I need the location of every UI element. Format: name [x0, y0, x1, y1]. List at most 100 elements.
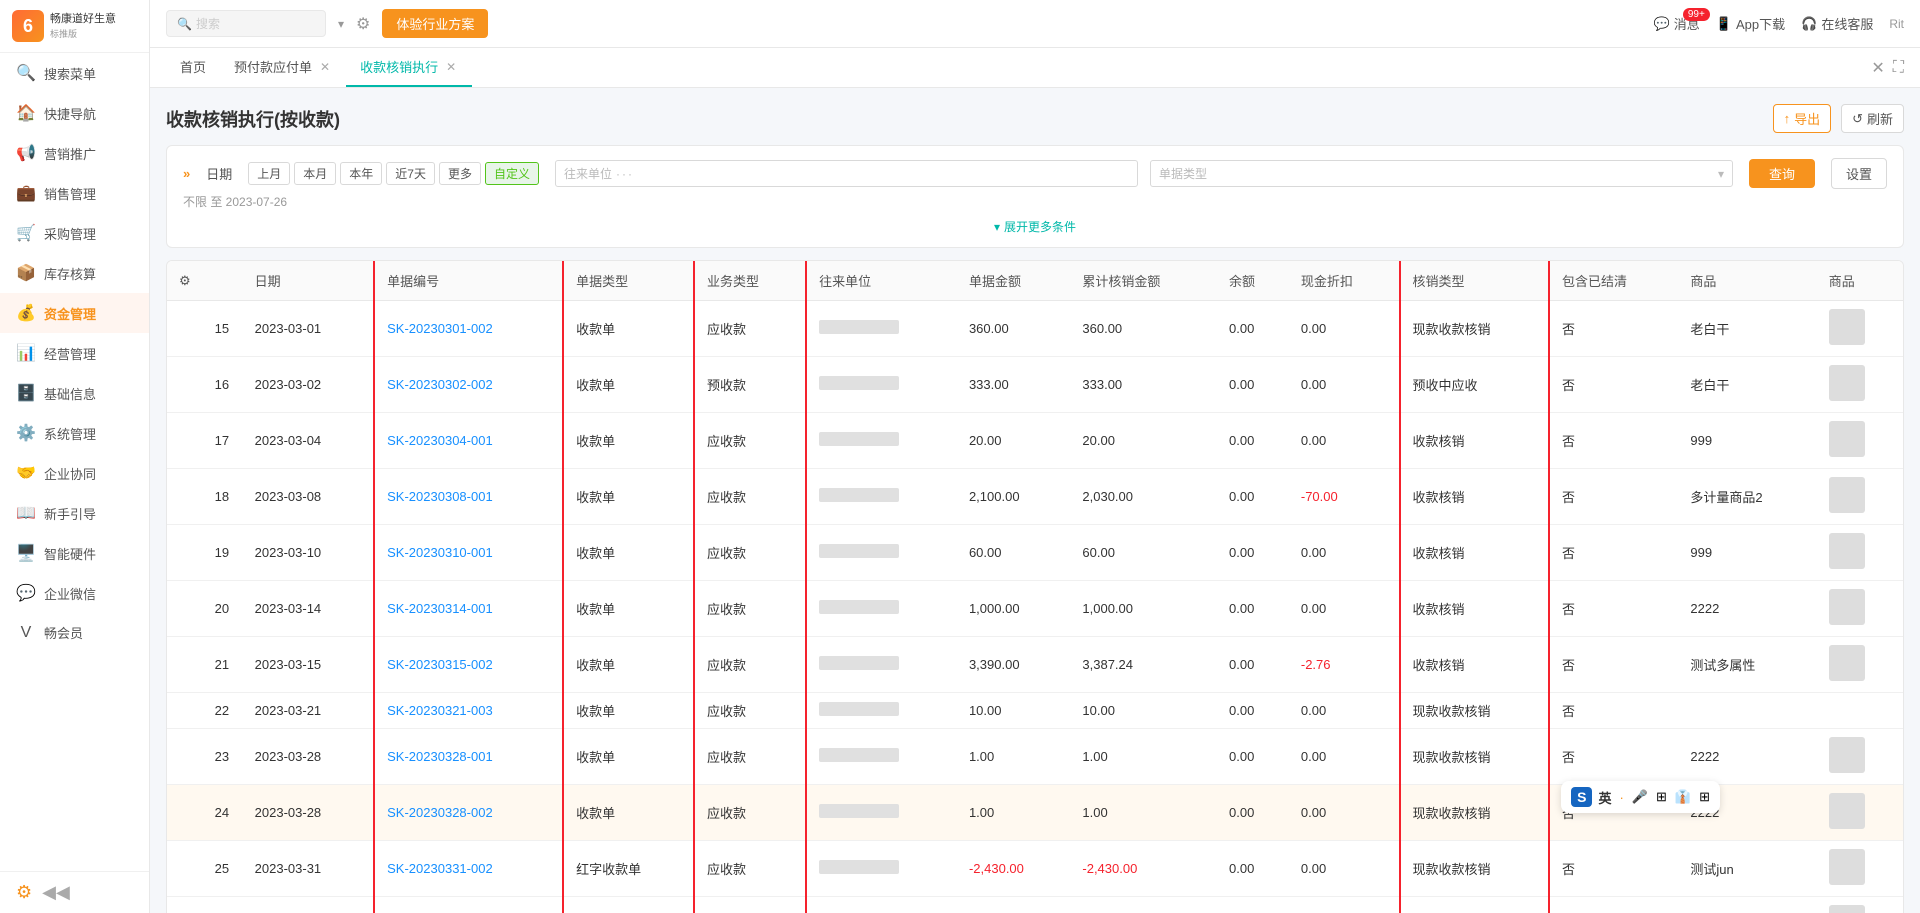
- col-cash-discount[interactable]: 现金折扣: [1289, 261, 1400, 301]
- sidebar-item-purchase[interactable]: 🛒采购管理: [0, 213, 149, 253]
- col-cumulative[interactable]: 累计核销金额: [1070, 261, 1217, 301]
- search-box[interactable]: 🔍 搜索: [166, 10, 326, 37]
- row-bill-no[interactable]: SK-20230321-003: [374, 693, 563, 729]
- bill-no-link[interactable]: SK-20230302-002: [387, 377, 493, 392]
- sidebar-item-inventory[interactable]: 📦库存核算: [0, 253, 149, 293]
- row-gear[interactable]: [167, 693, 203, 729]
- bill-no-link[interactable]: SK-20230321-003: [387, 703, 493, 718]
- col-bill-no[interactable]: 单据编号: [374, 261, 563, 301]
- date-this-year-btn[interactable]: 本年: [340, 162, 382, 185]
- collapse-icon[interactable]: ◀◀: [42, 882, 70, 903]
- row-bill-type: 收款单: [563, 637, 694, 693]
- sidebar-item-hardware[interactable]: 🖥️智能硬件: [0, 533, 149, 573]
- row-bill-no[interactable]: SK-20230328-002: [374, 785, 563, 841]
- date-this-month-btn[interactable]: 本月: [294, 162, 336, 185]
- row-include-settled: 否: [1549, 581, 1678, 637]
- row-gear[interactable]: [167, 525, 203, 581]
- row-gear[interactable]: [167, 581, 203, 637]
- sidebar-item-wechat[interactable]: 💬企业微信: [0, 573, 149, 613]
- type-filter[interactable]: 单据类型 ▾: [1150, 160, 1733, 187]
- row-gear[interactable]: [167, 469, 203, 525]
- messages-btn[interactable]: 💬 消息 99+: [1654, 14, 1700, 33]
- filter-toggle-btn[interactable]: »: [183, 166, 190, 181]
- sidebar-item-label: 新手引导: [44, 504, 96, 523]
- bill-no-link[interactable]: SK-20230301-002: [387, 321, 493, 336]
- col-bill-type[interactable]: 单据类型: [563, 261, 694, 301]
- row-gear[interactable]: [167, 357, 203, 413]
- row-gear[interactable]: [167, 785, 203, 841]
- col-unit[interactable]: 往来单位: [806, 261, 957, 301]
- date-more-btn[interactable]: 更多: [439, 162, 481, 185]
- col-amount[interactable]: 单据金额: [957, 261, 1070, 301]
- col-date[interactable]: 日期: [243, 261, 374, 301]
- sidebar-item-marketing[interactable]: 📢营销推广: [0, 133, 149, 173]
- row-include-settled: 否: [1549, 525, 1678, 581]
- settings-gear[interactable]: ⚙: [356, 14, 370, 34]
- col-include-settled[interactable]: 包含已结清: [1549, 261, 1678, 301]
- date-custom-btn[interactable]: 自定义: [485, 162, 539, 185]
- row-gear[interactable]: [167, 841, 203, 897]
- tab-collection[interactable]: 收款核销执行 ✕: [346, 48, 472, 87]
- sidebar-item-collab[interactable]: 🤝企业协同: [0, 453, 149, 493]
- unit-filter[interactable]: 往来单位 ···: [555, 160, 1138, 187]
- col-product[interactable]: 商品: [1678, 261, 1816, 301]
- row-bill-no[interactable]: SK-20230403-002: [374, 897, 563, 913]
- col-cancel-type[interactable]: 核销类型: [1400, 261, 1549, 301]
- export-btn[interactable]: ↑ 导出: [1773, 104, 1832, 133]
- row-gear[interactable]: [167, 897, 203, 913]
- industry-solution-btn[interactable]: 体验行业方案: [382, 9, 488, 38]
- bill-no-link[interactable]: SK-20230304-001: [387, 433, 493, 448]
- bill-no-link[interactable]: SK-20230314-001: [387, 601, 493, 616]
- query-btn[interactable]: 查询: [1749, 159, 1815, 188]
- refresh-btn[interactable]: ↺ 刷新: [1841, 104, 1904, 133]
- sidebar-item-finance[interactable]: 💰资金管理: [0, 293, 149, 333]
- close-collection-tab[interactable]: ✕: [444, 58, 458, 76]
- tab-prepay[interactable]: 预付款应付单 ✕: [220, 48, 346, 87]
- row-bill-no[interactable]: SK-20230310-001: [374, 525, 563, 581]
- row-bill-no[interactable]: SK-20230315-002: [374, 637, 563, 693]
- row-gear[interactable]: [167, 301, 203, 357]
- date-7days-btn[interactable]: 近7天: [386, 162, 435, 185]
- row-bill-no[interactable]: SK-20230308-001: [374, 469, 563, 525]
- row-bill-no[interactable]: SK-20230314-001: [374, 581, 563, 637]
- row-amount: 20.00: [957, 413, 1070, 469]
- sidebar-item-operations[interactable]: 📊经营管理: [0, 333, 149, 373]
- bill-no-link[interactable]: SK-20230328-002: [387, 805, 493, 820]
- sidebar-item-sales[interactable]: 💼销售管理: [0, 173, 149, 213]
- bill-no-link[interactable]: SK-20230331-002: [387, 861, 493, 876]
- expand-tab-btn[interactable]: ⛶: [1893, 59, 1904, 77]
- filter-settings-btn[interactable]: 设置: [1831, 158, 1887, 189]
- sidebar-item-nav[interactable]: 🏠快捷导航: [0, 93, 149, 133]
- bill-no-link[interactable]: SK-20230310-001: [387, 545, 493, 560]
- sidebar-item-member[interactable]: V畅会员: [0, 613, 149, 652]
- dropdown-trigger[interactable]: ▾: [338, 17, 344, 31]
- row-gear[interactable]: [167, 729, 203, 785]
- sidebar-item-system[interactable]: ⚙️系统管理: [0, 413, 149, 453]
- sidebar-item-base[interactable]: 🗄️基础信息: [0, 373, 149, 413]
- online-service-btn[interactable]: 🎧 在线客服: [1801, 14, 1873, 33]
- col-balance[interactable]: 余额: [1217, 261, 1289, 301]
- row-bill-no[interactable]: SK-20230301-002: [374, 301, 563, 357]
- tab-home[interactable]: 首页: [166, 48, 220, 87]
- row-gear[interactable]: [167, 413, 203, 469]
- col-biz-type[interactable]: 业务类型: [694, 261, 806, 301]
- close-all-tabs-btn[interactable]: ✕: [1871, 58, 1884, 78]
- user-label[interactable]: Rit: [1889, 17, 1904, 31]
- bill-no-link[interactable]: SK-20230328-001: [387, 749, 493, 764]
- sidebar-item-search[interactable]: 🔍搜索菜单: [0, 53, 149, 93]
- row-bill-no[interactable]: SK-20230304-001: [374, 413, 563, 469]
- app-download-btn[interactable]: 📱 App下载: [1716, 14, 1785, 33]
- col-gear[interactable]: ⚙: [167, 261, 203, 301]
- close-prepay-tab[interactable]: ✕: [318, 58, 332, 76]
- row-bill-no[interactable]: SK-20230331-002: [374, 841, 563, 897]
- date-last-month-btn[interactable]: 上月: [248, 162, 290, 185]
- sidebar-item-guide[interactable]: 📖新手引导: [0, 493, 149, 533]
- export-icon: ↑: [1784, 111, 1791, 126]
- settings-icon[interactable]: ⚙: [16, 882, 32, 903]
- expand-more-filters[interactable]: ▾ 展开更多条件: [183, 218, 1887, 235]
- bill-no-link[interactable]: SK-20230315-002: [387, 657, 493, 672]
- row-bill-no[interactable]: SK-20230302-002: [374, 357, 563, 413]
- row-bill-no[interactable]: SK-20230328-001: [374, 729, 563, 785]
- bill-no-link[interactable]: SK-20230308-001: [387, 489, 493, 504]
- row-gear[interactable]: [167, 637, 203, 693]
